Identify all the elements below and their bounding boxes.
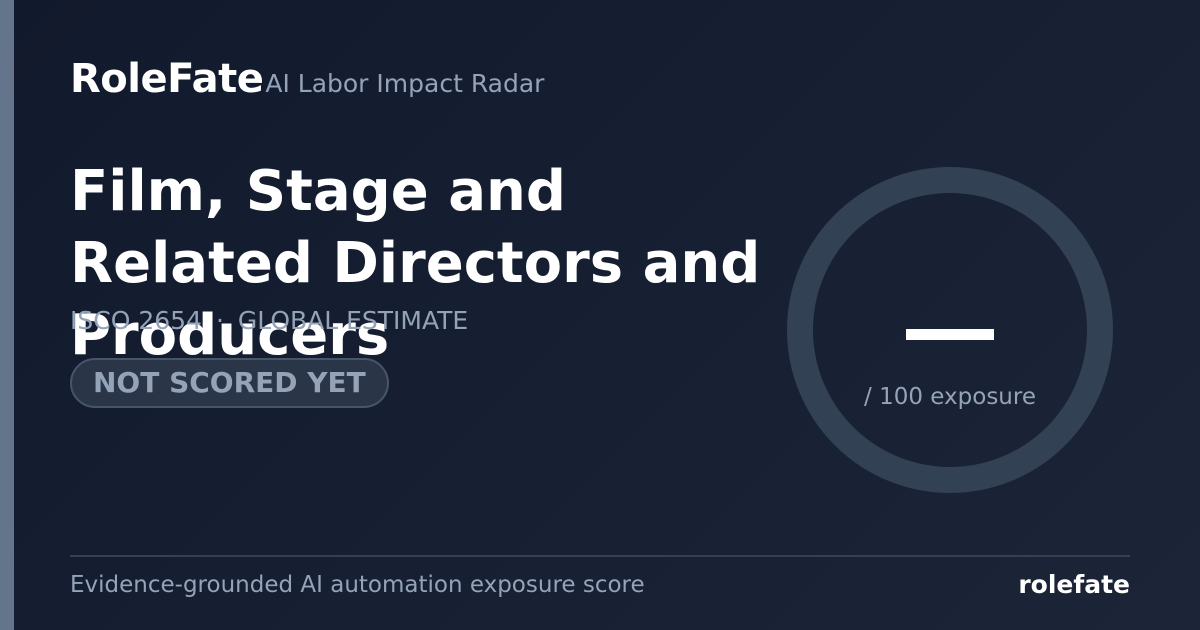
footer-divider: [70, 555, 1130, 557]
occupation-code: ISCO 2654: [70, 306, 202, 335]
accent-bar: [0, 0, 14, 630]
brand-name: RoleFate: [70, 56, 264, 102]
score-value-placeholder: [906, 329, 994, 340]
status-badge: NOT SCORED YET: [70, 358, 389, 408]
brand-tagline: AI Labor Impact Radar: [265, 69, 545, 98]
score-suffix: / 100 exposure: [864, 384, 1036, 410]
meta-separator: ·: [215, 306, 224, 335]
occupation-meta: ISCO 2654 · GLOBAL ESTIMATE: [70, 306, 468, 335]
brand-header: RoleFate AI Labor Impact Radar: [70, 56, 544, 102]
footer-brand: rolefate: [1018, 570, 1130, 599]
occupation-scope: GLOBAL ESTIMATE: [237, 306, 469, 335]
occupation-title: Film, Stage and Related Directors and Pr…: [70, 159, 761, 368]
footer-description: Evidence-grounded AI automation exposure…: [70, 572, 645, 598]
